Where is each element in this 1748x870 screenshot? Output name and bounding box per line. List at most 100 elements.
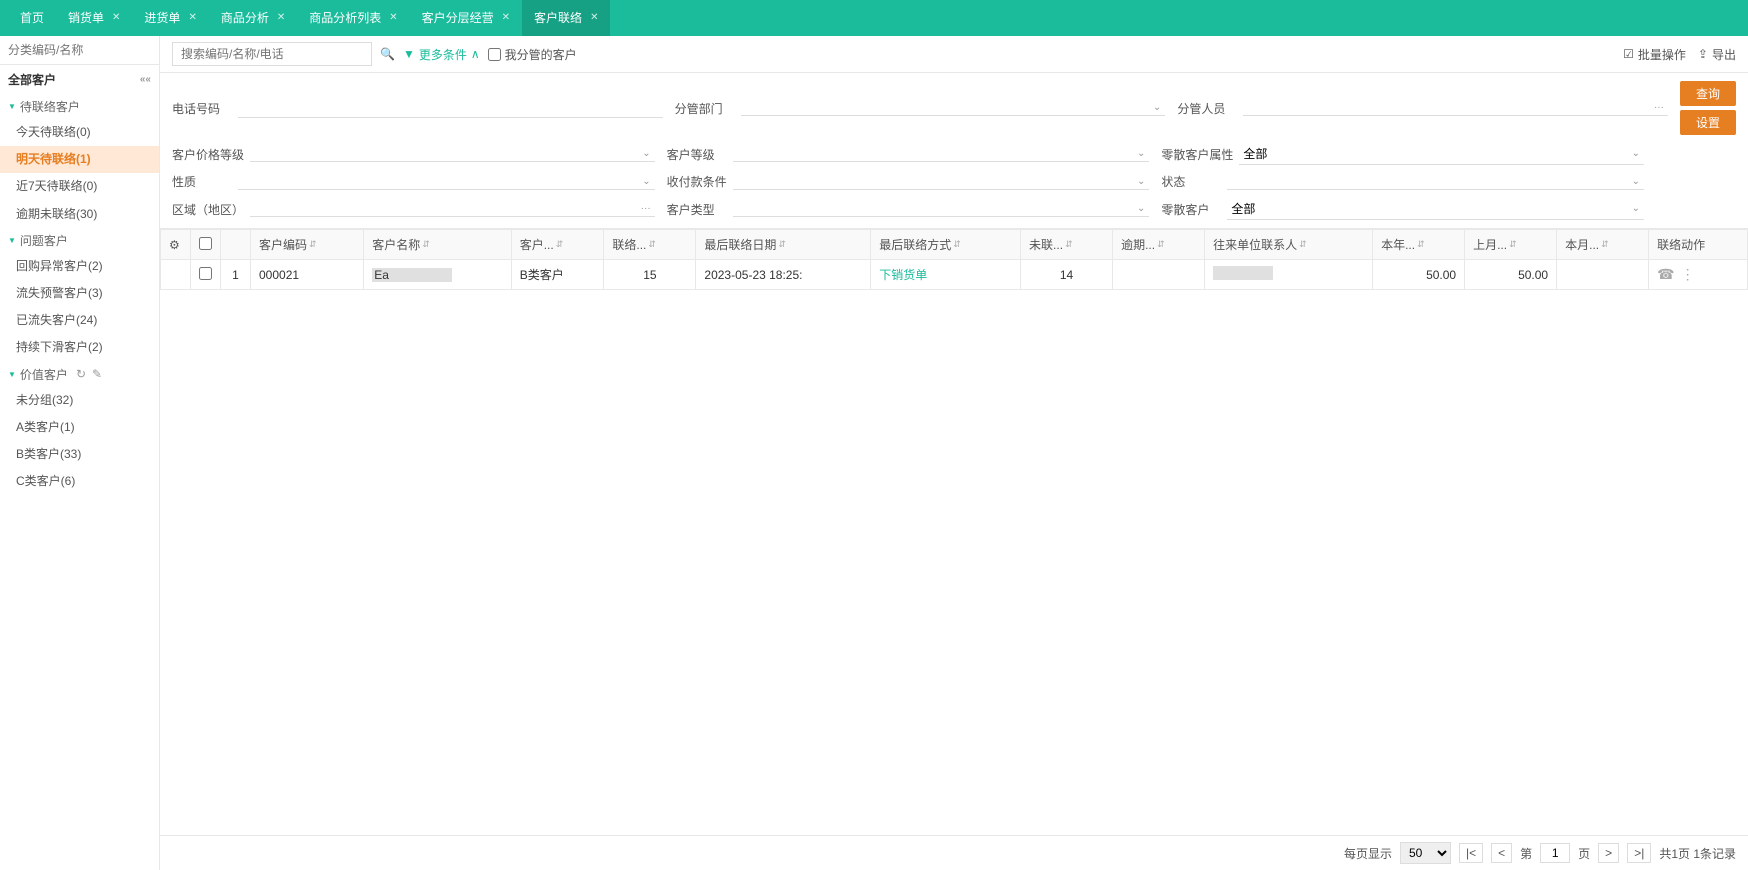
th-unit-contact-sort[interactable]: ⇵ xyxy=(1299,239,1307,250)
nav-close-customer-tier[interactable]: ✕ xyxy=(502,0,510,36)
prev-page-button[interactable]: < xyxy=(1491,843,1512,863)
th-contacts-sort[interactable]: ⇵ xyxy=(648,239,656,250)
filter-price-level-select[interactable]: ⌄ xyxy=(250,146,655,162)
th-last-month[interactable]: 上月... ⇵ xyxy=(1465,230,1557,260)
nav-item-home[interactable]: 首页 xyxy=(8,0,56,36)
sidebar-item-week[interactable]: 近7天待联络(0) xyxy=(0,173,159,200)
th-uncontacted-sort[interactable]: ⇵ xyxy=(1065,239,1073,250)
sidebar-item-c-class[interactable]: C类客户(6) xyxy=(0,468,159,495)
sidebar-item-overdue[interactable]: 逾期未联络(30) xyxy=(0,201,159,228)
th-code-sort[interactable]: ⇵ xyxy=(309,239,317,250)
page-number-input[interactable] xyxy=(1540,843,1570,863)
nav-close-purchase[interactable]: ✕ xyxy=(188,0,196,36)
nav-item-analysis-list[interactable]: 商品分析列表 ✕ xyxy=(297,0,409,36)
filter-phone-input[interactable] xyxy=(238,99,663,118)
last-page-button[interactable]: >| xyxy=(1627,843,1651,863)
nav-item-purchase[interactable]: 进货单 ✕ xyxy=(132,0,208,36)
settings-gear-icon[interactable]: ⚙ xyxy=(169,238,180,252)
batch-op-button[interactable]: ☑ 批量操作 xyxy=(1623,46,1686,63)
th-last-contact-date-sort[interactable]: ⇵ xyxy=(778,239,786,250)
th-select-all-checkbox[interactable] xyxy=(199,237,212,250)
total-info: 共1页 1条记录 xyxy=(1659,845,1736,862)
my-customers-checkbox-container[interactable]: 我分管的客户 xyxy=(488,46,577,63)
sidebar-item-tomorrow[interactable]: 明天待联络(1) xyxy=(0,146,159,173)
filter-customer-level-label: 客户等级 xyxy=(667,146,727,163)
sidebar-item-ungrouped[interactable]: 未分组(32) xyxy=(0,387,159,414)
filter-phone-label: 电话号码 xyxy=(172,100,232,117)
filter-dept-select[interactable]: ⌄ xyxy=(741,100,1166,116)
th-type-sort[interactable]: ⇵ xyxy=(556,239,564,250)
settings-button[interactable]: 设置 xyxy=(1680,110,1736,135)
query-button[interactable]: 查询 xyxy=(1680,81,1736,106)
nav-item-customer-tier[interactable]: 客户分层经营 ✕ xyxy=(410,0,522,36)
th-type[interactable]: 客户... ⇵ xyxy=(511,230,604,260)
sidebar-group-value-refresh-icon[interactable]: ↻ xyxy=(76,367,86,381)
sidebar-item-today[interactable]: 今天待联络(0) xyxy=(0,119,159,146)
filter-retail-attr-select[interactable]: 全部 ⌄ xyxy=(1239,143,1644,165)
nav-close-customer-contact[interactable]: ✕ xyxy=(590,0,598,36)
filter-payment-select[interactable]: ⌄ xyxy=(733,174,1150,190)
sidebar-group-problem-label: 问题客户 xyxy=(20,232,68,249)
filter-status-select[interactable]: ⌄ xyxy=(1227,174,1644,190)
th-this-month-sort[interactable]: ⇵ xyxy=(1601,239,1609,250)
sidebar-group-value-edit-icon[interactable]: ✎ xyxy=(92,367,102,381)
my-customers-checkbox[interactable] xyxy=(488,48,501,61)
filter-nature-select[interactable]: ⌄ xyxy=(238,174,655,190)
th-name[interactable]: 客户名称 ⇵ xyxy=(364,230,511,260)
sidebar-item-declining[interactable]: 持续下滑客户(2) xyxy=(0,334,159,361)
th-this-year[interactable]: 本年... ⇵ xyxy=(1373,230,1465,260)
sidebar-item-lost-risk[interactable]: 流失预警客户(3) xyxy=(0,280,159,307)
th-unit-contact[interactable]: 往来单位联系人 ⇵ xyxy=(1205,230,1373,260)
filter-customer-type-select[interactable]: ⌄ xyxy=(733,201,1150,217)
th-last-month-sort[interactable]: ⇵ xyxy=(1509,239,1517,250)
th-overdue[interactable]: 逾期... ⇵ xyxy=(1113,230,1205,260)
page-size-select[interactable]: 50 100 200 xyxy=(1400,842,1451,864)
th-overdue-sort[interactable]: ⇵ xyxy=(1157,239,1165,250)
th-this-year-sort[interactable]: ⇵ xyxy=(1417,239,1425,250)
sidebar-item-lost[interactable]: 已流失客户(24) xyxy=(0,307,159,334)
sidebar-item-a-class[interactable]: A类客户(1) xyxy=(0,414,159,441)
filter-search-icon[interactable]: 🔍 xyxy=(380,47,395,61)
filter-customer-level-select[interactable]: ⌄ xyxy=(733,146,1150,162)
row-last-contact-method-link[interactable]: 下销货单 xyxy=(879,268,927,282)
row-checkbox[interactable] xyxy=(199,267,212,280)
th-overdue-label: 逾期... xyxy=(1121,236,1155,253)
nav-close-analysis[interactable]: ✕ xyxy=(277,0,285,36)
nav-close-sales[interactable]: ✕ xyxy=(112,0,120,36)
th-last-contact-date[interactable]: 最后联络日期 ⇵ xyxy=(696,230,871,260)
th-this-month[interactable]: 本月... ⇵ xyxy=(1557,230,1649,260)
th-name-sort[interactable]: ⇵ xyxy=(422,239,430,250)
nav-item-customer-contact[interactable]: 客户联络 ✕ xyxy=(522,0,610,36)
sidebar-search-input[interactable] xyxy=(8,43,160,57)
page-suffix: 页 xyxy=(1578,845,1590,862)
first-page-button[interactable]: |< xyxy=(1459,843,1483,863)
th-code[interactable]: 客户编码 ⇵ xyxy=(251,230,364,260)
th-last-contact-method-sort[interactable]: ⇵ xyxy=(953,239,961,250)
sidebar-item-repurchase-abnormal[interactable]: 回购异常客户(2) xyxy=(0,253,159,280)
filter-manager-select[interactable]: ··· xyxy=(1243,100,1668,116)
filter-search-input[interactable] xyxy=(172,42,372,66)
td-row-checkbox[interactable] xyxy=(191,260,221,290)
action-refresh-icon[interactable]: ☎ xyxy=(1657,266,1674,283)
th-checkbox[interactable] xyxy=(191,230,221,260)
td-row-name: Ea xyxy=(364,260,511,290)
filter-price-level-label: 客户价格等级 xyxy=(172,146,244,163)
nav-item-sales[interactable]: 销货单 ✕ xyxy=(56,0,132,36)
td-row-unit-contact xyxy=(1205,260,1373,290)
th-last-contact-method[interactable]: 最后联络方式 ⇵ xyxy=(871,230,1021,260)
nav-item-analysis[interactable]: 商品分析 ✕ xyxy=(209,0,297,36)
th-contacts[interactable]: 联络... ⇵ xyxy=(604,230,696,260)
filter-region-select[interactable]: ··· xyxy=(250,201,655,217)
next-page-button[interactable]: > xyxy=(1598,843,1619,863)
filter-retail-attr: 零散客户属性 全部 ⌄ xyxy=(1161,143,1644,165)
nav-close-analysis-list[interactable]: ✕ xyxy=(389,0,397,36)
th-uncontacted[interactable]: 未联... ⇵ xyxy=(1021,230,1113,260)
filter-retail-customer-select[interactable]: 全部 ⌄ xyxy=(1227,198,1644,220)
sidebar-all-customers[interactable]: 全部客户 «« xyxy=(0,65,159,94)
td-row-overdue xyxy=(1113,260,1205,290)
export-button[interactable]: ⇪ 导出 xyxy=(1698,46,1736,63)
action-grid-icon[interactable]: ⋮ xyxy=(1681,266,1695,283)
more-conditions-button[interactable]: ▼ 更多条件 ∧ xyxy=(403,46,480,63)
th-settings[interactable]: ⚙ xyxy=(161,230,191,260)
sidebar-item-b-class[interactable]: B类客户(33) xyxy=(0,441,159,468)
